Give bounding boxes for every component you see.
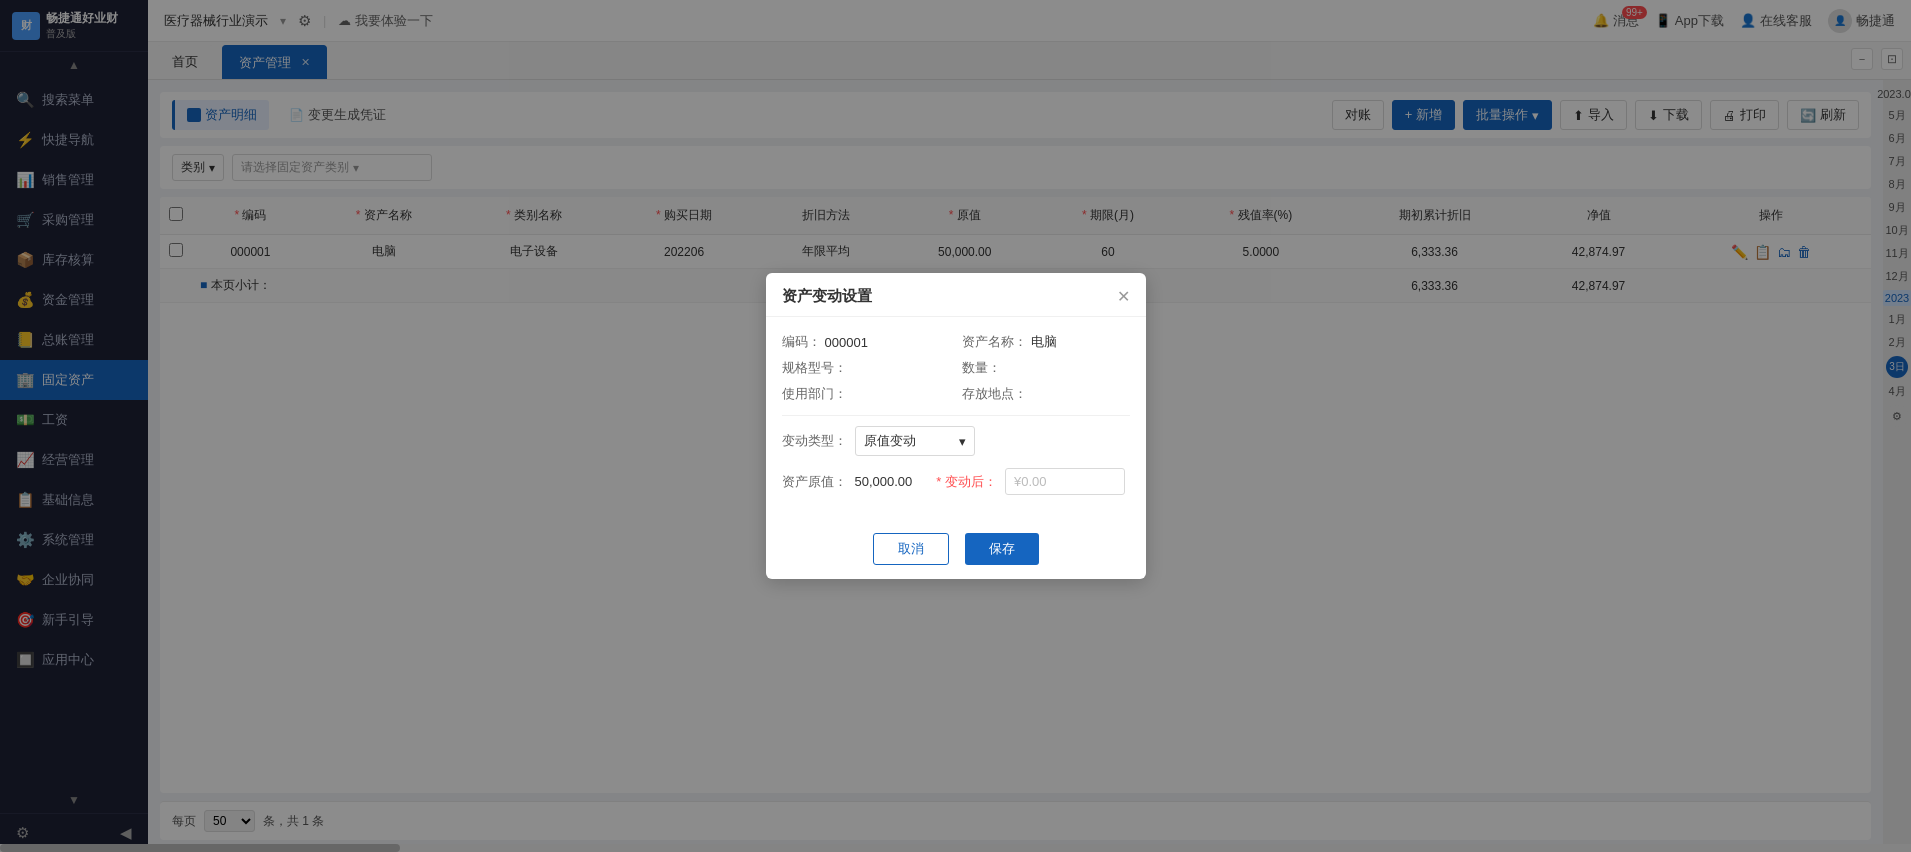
change-type-select[interactable]: 原值变动 ▾ [855,426,975,456]
dialog-divider [782,415,1130,416]
after-label: * 变动后： [936,473,997,491]
field-quantity: 数量： [962,359,1130,377]
field-department: 使用部门： [782,385,950,403]
dialog-body: 编码： 000001 资产名称： 电脑 规格型号： 数量： 使用部门： [766,317,1146,523]
model-label: 规格型号： [782,359,847,377]
dialog-header: 资产变动设置 ✕ [766,273,1146,317]
code-label: 编码： [782,333,821,351]
department-label: 使用部门： [782,385,847,403]
asset-change-dialog: 资产变动设置 ✕ 编码： 000001 资产名称： 电脑 规格型号： 数量： [766,273,1146,579]
change-type-row: 变动类型： 原值变动 ▾ [782,426,1130,456]
field-code: 编码： 000001 [782,333,950,351]
dialog-footer: 取消 保存 [766,523,1146,579]
location-label: 存放地点： [962,385,1027,403]
cancel-button[interactable]: 取消 [873,533,949,565]
original-value-row: 资产原值： 50,000.00 * 变动后： [782,468,1130,495]
quantity-label: 数量： [962,359,1001,377]
dialog-info-grid: 编码： 000001 资产名称： 电脑 规格型号： 数量： 使用部门： [782,333,1130,403]
change-type-label: 变动类型： [782,432,847,450]
name-value: 电脑 [1031,333,1057,351]
field-model: 规格型号： [782,359,950,377]
original-value-label: 资产原值： [782,473,847,491]
name-label: 资产名称： [962,333,1027,351]
code-value: 000001 [825,335,868,350]
modal-overlay: 资产变动设置 ✕ 编码： 000001 资产名称： 电脑 规格型号： 数量： [0,0,1911,852]
change-type-value: 原值变动 [864,432,916,450]
original-value-display: 50,000.00 [855,474,913,489]
dialog-title: 资产变动设置 [782,287,872,306]
save-button[interactable]: 保存 [965,533,1039,565]
dialog-close-icon[interactable]: ✕ [1117,287,1130,306]
field-name: 资产名称： 电脑 [962,333,1130,351]
select-chevron-icon: ▾ [959,434,966,449]
after-value-input[interactable] [1005,468,1125,495]
field-location: 存放地点： [962,385,1130,403]
